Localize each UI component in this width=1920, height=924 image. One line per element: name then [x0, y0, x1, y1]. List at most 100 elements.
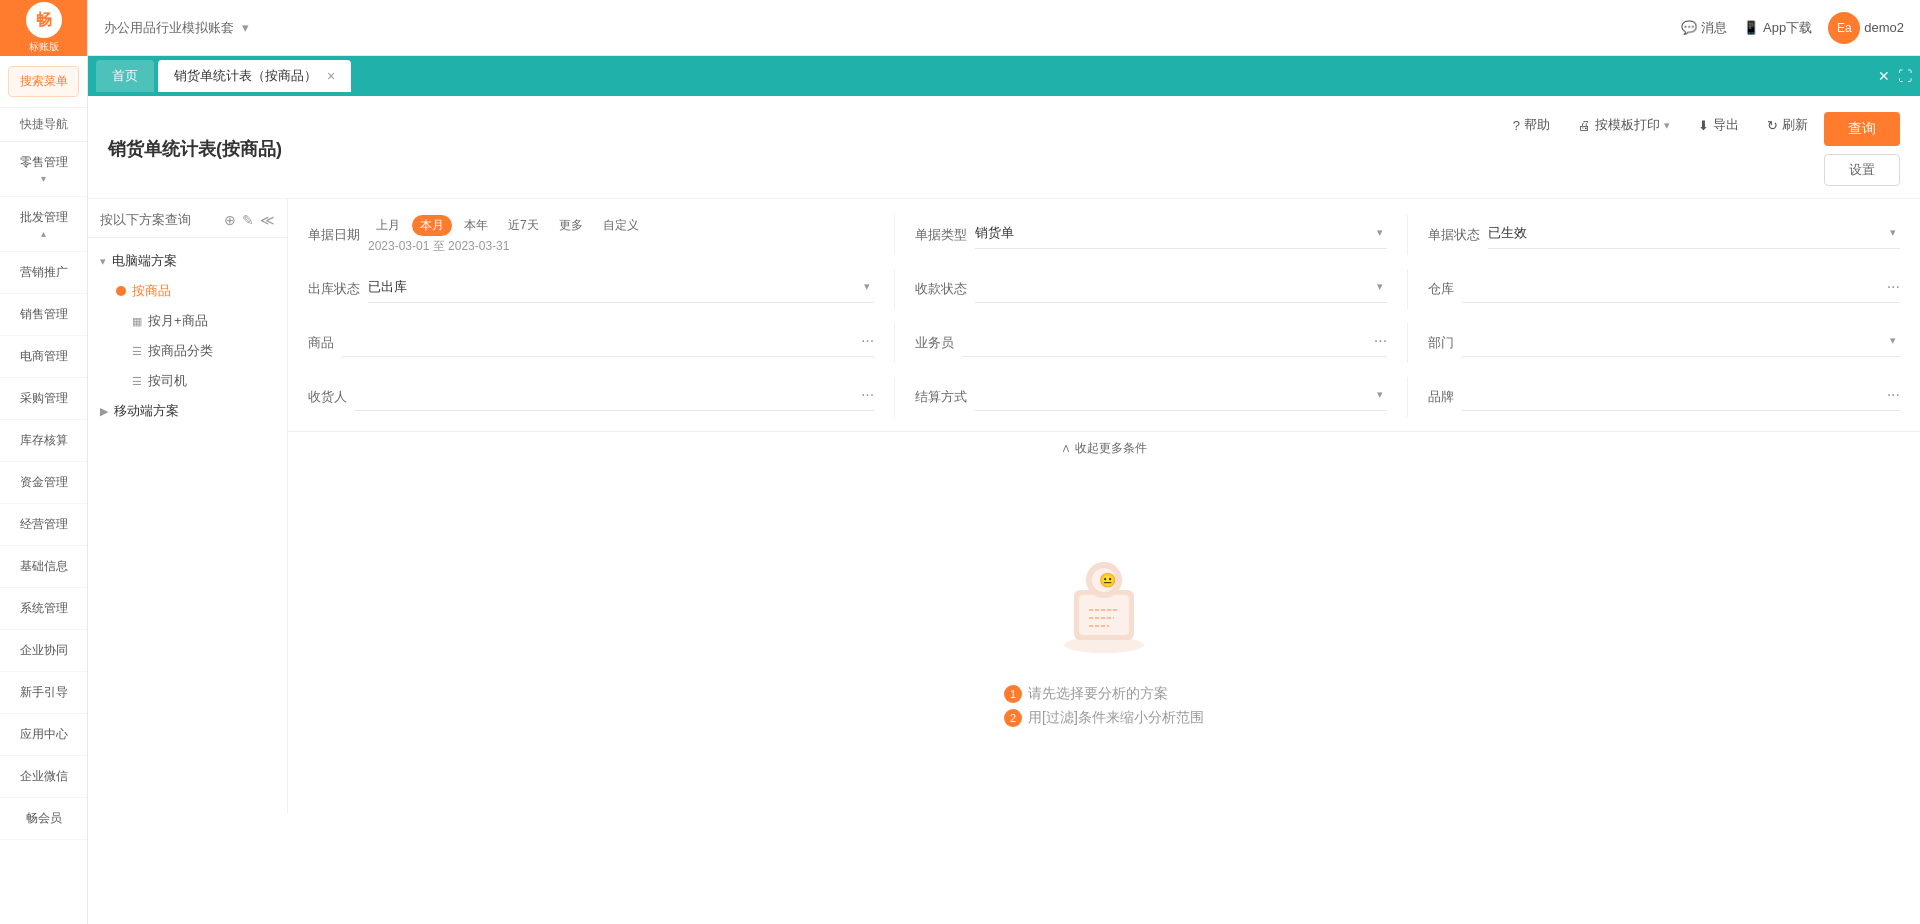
filter-warehouse-status-item: 出库状态 已出库 ▾ — [308, 275, 874, 303]
doctype-label: 单据类型 — [915, 226, 967, 244]
date-tab-7days[interactable]: 近7天 — [500, 215, 547, 236]
print-icon: 🖨 — [1578, 118, 1591, 133]
tree-item-by-month-goods[interactable]: ▦ 按月+商品 — [88, 306, 287, 336]
left-panel-header: 按以下方案查询 ⊕ ✎ ≪ — [88, 211, 287, 238]
date-tab-last-month[interactable]: 上月 — [368, 215, 408, 236]
app-download-button[interactable]: 📱 App下载 — [1743, 19, 1812, 37]
settlement-arrow: ▾ — [1377, 388, 1383, 401]
filter-storage-item: 仓库 ··· — [1428, 275, 1900, 303]
sidebar-item-newbie[interactable]: 新手引导 — [0, 672, 87, 714]
date-tab-more[interactable]: 更多 — [551, 215, 591, 236]
marketing-label: 营销推广 — [20, 264, 68, 281]
search-menu-button[interactable]: 搜索菜单 — [8, 66, 79, 97]
goods-control[interactable]: ··· — [342, 329, 874, 357]
brand-control[interactable]: ··· — [1462, 383, 1900, 411]
sidebar-item-app-center[interactable]: 应用中心 — [0, 714, 87, 756]
close-window-icon[interactable]: ✕ — [1878, 68, 1890, 84]
page-action-group: ? 帮助 🖨 按模板打印 ▾ ⬇ 导出 ↻ — [1505, 112, 1816, 138]
template-print-button[interactable]: 🖨 按模板打印 ▾ — [1570, 112, 1678, 138]
settlement-select[interactable]: ▾ — [975, 383, 1387, 411]
doctype-select[interactable]: 销货单 ▾ — [975, 221, 1387, 249]
storage-control[interactable]: ··· — [1462, 275, 1900, 303]
receiver-dots[interactable]: ··· — [861, 386, 874, 404]
message-button[interactable]: 💬 消息 — [1681, 19, 1727, 37]
edit-plan-icon[interactable]: ✎ — [242, 212, 254, 228]
filter-area: 单据日期 上月 本月 本年 近7天 更多 自定义 — [288, 199, 1920, 813]
tab-sales-report[interactable]: 销货单统计表（按商品） × — [158, 60, 351, 92]
tree-expand-icon: ▾ — [100, 255, 106, 268]
left-panel-actions: ⊕ ✎ ≪ — [224, 212, 275, 228]
date-tab-custom[interactable]: 自定义 — [595, 215, 647, 236]
brand-dots[interactable]: ··· — [1887, 386, 1900, 404]
collapse-panel-icon[interactable]: ≪ — [260, 212, 275, 228]
tree-item-by-goods[interactable]: 按商品 — [88, 276, 287, 306]
sidebar-item-finance[interactable]: 资金管理 — [0, 462, 87, 504]
breadcrumb-dropdown-icon[interactable]: ▾ — [242, 20, 249, 35]
tab-home-label: 首页 — [112, 67, 138, 85]
sidebar-item-inventory[interactable]: 库存核算 — [0, 420, 87, 462]
sidebar-item-wholesale[interactable]: 批发管理 ▴ — [0, 197, 87, 252]
purchase-label: 采购管理 — [20, 390, 68, 407]
department-arrow: ▾ — [1890, 334, 1896, 347]
sidebar-item-wechat[interactable]: 企业微信 — [0, 756, 87, 798]
salesperson-control[interactable]: ··· — [962, 329, 1387, 357]
member-label: 畅会员 — [26, 810, 62, 827]
page-title: 销货单统计表(按商品) — [108, 137, 282, 161]
salesperson-dots[interactable]: ··· — [1374, 332, 1387, 350]
filter-docstatus-item: 单据状态 已生效 ▾ — [1428, 221, 1900, 249]
help-button[interactable]: ? 帮助 — [1505, 112, 1558, 138]
date-tab-this-year[interactable]: 本年 — [456, 215, 496, 236]
sidebar-item-system[interactable]: 系统管理 — [0, 588, 87, 630]
docstatus-select[interactable]: 已生效 ▾ — [1488, 221, 1900, 249]
help-label: 帮助 — [1524, 116, 1550, 134]
sidebar-item-member[interactable]: 畅会员 — [0, 798, 87, 840]
department-label: 部门 — [1428, 334, 1454, 352]
quick-nav-item[interactable]: 快捷导航 — [0, 108, 87, 142]
tree-label: 电脑端方案 — [112, 252, 177, 270]
app-download-icon: 📱 — [1743, 20, 1759, 35]
filter-settlement-item: 结算方式 ▾ — [915, 383, 1387, 411]
tree-item-mobile[interactable]: ▶ 移动端方案 — [88, 396, 287, 426]
storage-dots[interactable]: ··· — [1887, 278, 1900, 296]
sidebar-item-enterprise[interactable]: 企业协同 — [0, 630, 87, 672]
app-logo[interactable]: 畅 标账版 — [0, 0, 87, 56]
print-dropdown-arrow: ▾ — [1664, 119, 1670, 132]
query-button[interactable]: 查询 — [1824, 112, 1900, 146]
receipt-status-select[interactable]: ▾ — [975, 275, 1387, 303]
collapse-more-button[interactable]: ∧ 收起更多条件 — [288, 431, 1920, 465]
page-actions: ? 帮助 🖨 按模板打印 ▾ ⬇ 导出 ↻ — [1505, 112, 1900, 186]
tab-home[interactable]: 首页 — [96, 60, 154, 92]
sidebar-item-basic[interactable]: 基础信息 — [0, 546, 87, 588]
receiver-control[interactable]: ··· — [355, 383, 874, 411]
export-label: 导出 — [1713, 116, 1739, 134]
settings-button[interactable]: 设置 — [1824, 154, 1900, 186]
maximize-icon[interactable]: ⛶ — [1898, 68, 1912, 84]
docstatus-label: 单据状态 — [1428, 226, 1480, 244]
divider-1 — [894, 215, 895, 255]
tree-item-by-driver[interactable]: ☰ 按司机 — [88, 366, 287, 396]
salesperson-label: 业务员 — [915, 334, 954, 352]
logo-char: 畅 — [36, 10, 52, 31]
date-tab-this-month[interactable]: 本月 — [412, 215, 452, 236]
enterprise-label: 企业协同 — [20, 642, 68, 659]
filter-receiver-item: 收货人 ··· — [308, 383, 874, 411]
storage-label: 仓库 — [1428, 280, 1454, 298]
sidebar-item-ecommerce[interactable]: 电商管理 — [0, 336, 87, 378]
tree-item-desktop[interactable]: ▾ 电脑端方案 — [88, 246, 287, 276]
user-profile[interactable]: Ea demo2 — [1828, 12, 1904, 44]
sidebar-item-marketing[interactable]: 营销推广 — [0, 252, 87, 294]
collapse-label: ∧ 收起更多条件 — [1061, 441, 1146, 455]
add-plan-icon[interactable]: ⊕ — [224, 212, 236, 228]
svg-rect-2 — [1079, 595, 1129, 635]
export-button[interactable]: ⬇ 导出 — [1690, 112, 1747, 138]
refresh-button[interactable]: ↻ 刷新 — [1759, 112, 1816, 138]
tab-close-icon[interactable]: × — [327, 68, 335, 84]
goods-dots[interactable]: ··· — [861, 332, 874, 350]
warehouse-status-select[interactable]: 已出库 ▾ — [368, 275, 874, 303]
sidebar-item-retail[interactable]: 零售管理 ▾ — [0, 142, 87, 197]
sidebar-item-operations[interactable]: 经营管理 — [0, 504, 87, 546]
tree-item-by-category[interactable]: ☰ 按商品分类 — [88, 336, 287, 366]
sidebar-item-purchase[interactable]: 采购管理 — [0, 378, 87, 420]
sidebar-item-sales[interactable]: 销售管理 — [0, 294, 87, 336]
department-select[interactable]: ▾ — [1462, 329, 1900, 357]
